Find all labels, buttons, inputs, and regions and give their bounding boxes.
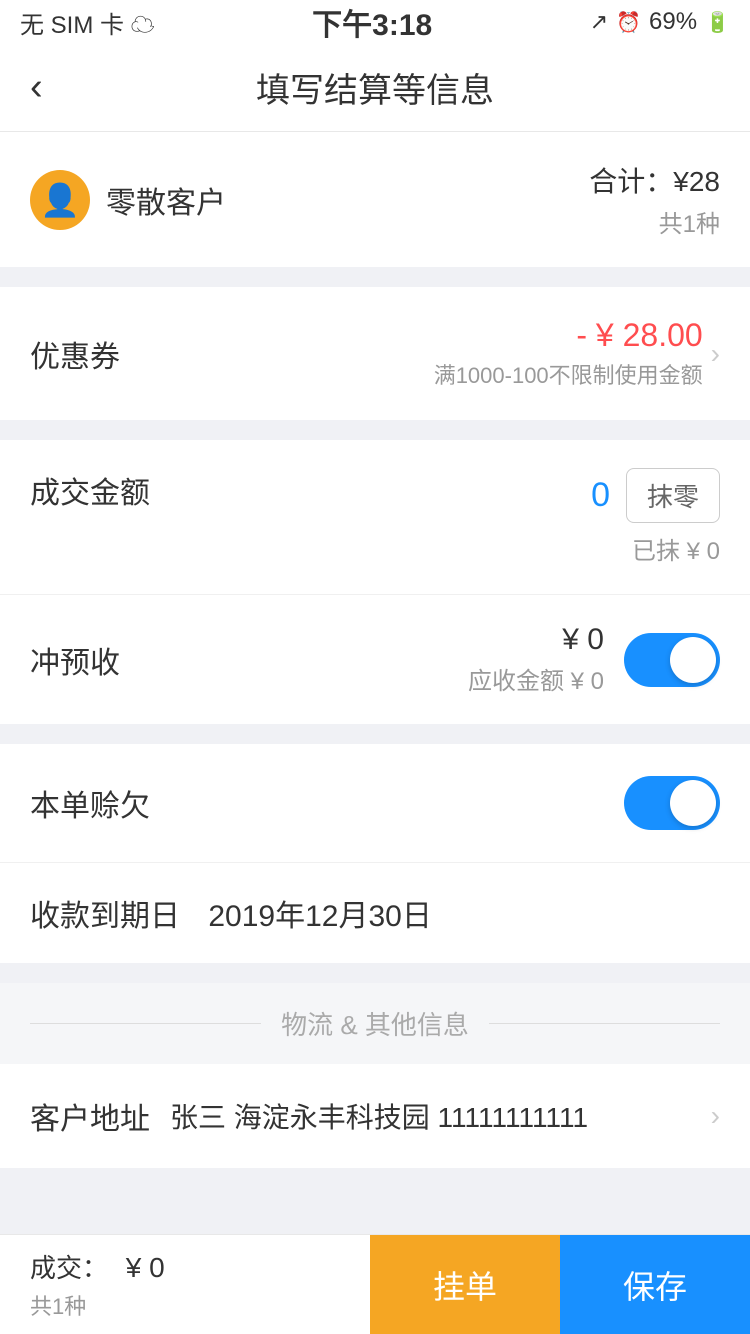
footer-deal-amount: ¥ 0 [126,1252,165,1283]
debt-label: 本单赊欠 [30,781,150,825]
save-button[interactable]: 保存 [560,1235,750,1334]
logistics-line-right [489,1023,720,1024]
footer-deal-row: 成交： ¥ 0 [30,1248,340,1285]
transaction-section: 成交金额 0 抹零 已抹 ¥ 0 冲预收 ¥ 0 应收金额 ¥ 0 [0,440,750,724]
coupon-section[interactable]: 优惠券 - ¥ 28.00 满1000-100不限制使用金额 › [0,287,750,420]
prepay-main-amount: ¥ 0 [468,623,604,657]
debt-toggle[interactable] [624,776,720,830]
battery-icon: 🔋 [705,10,730,35]
no-sim-label: 无 SIM 卡 ☁ [20,5,155,40]
status-time: 下午3:18 [312,0,432,44]
customer-section: 👤 零散客户 合计：¥28 共1种 [0,132,750,267]
footer-info: 成交： ¥ 0 共1种 [0,1235,370,1334]
address-label: 客户地址 [30,1094,150,1138]
amount-label: 成交金额 [30,468,150,512]
prepay-row: 冲预收 ¥ 0 应收金额 ¥ 0 [0,595,750,724]
coupon-amount: - ¥ 28.00 [434,317,703,354]
alarm-icon: ⏰ [616,10,641,35]
amount-row: 成交金额 0 抹零 已抹 ¥ 0 [0,440,750,595]
footer: 成交： ¥ 0 共1种 挂单 保存 [0,1234,750,1334]
amount-value[interactable]: 0 [570,476,610,515]
address-value: 张三 海淀永丰科技园 11111111111 [170,1096,701,1136]
back-button[interactable]: ‹ [30,66,43,109]
avatar-icon: 👤 [40,181,80,219]
battery-label: 69% [649,8,697,36]
prepay-sub-amount: 应收金额 ¥ 0 [468,661,604,696]
coupon-row[interactable]: 优惠券 - ¥ 28.00 满1000-100不限制使用金额 › [0,287,750,420]
avatar: 👤 [30,170,90,230]
page-title: 填写结算等信息 [256,63,494,112]
location-icon: ↗ [590,9,608,35]
logistics-line-left [30,1023,261,1024]
footer-deal-label: 成交： [30,1253,108,1283]
status-bar: 无 SIM 卡 ☁ 下午3:18 ↗ ⏰ 69% 🔋 [0,0,750,44]
customer-right: 合计：¥28 共1种 [589,160,720,239]
amount-input-wrap: 0 抹零 [570,468,720,523]
prepay-right: ¥ 0 应收金额 ¥ 0 [468,623,720,696]
debt-row: 本单赊欠 [0,744,750,862]
logistics-header: 物流 & 其他信息 [0,983,750,1064]
coupon-detail: - ¥ 28.00 满1000-100不限制使用金额 [434,317,703,390]
address-section[interactable]: 客户地址 张三 海淀永丰科技园 11111111111 › [0,1064,750,1168]
logistics-label: 物流 & 其他信息 [281,1005,469,1042]
prepay-toggle[interactable] [624,633,720,687]
debt-section: 本单赊欠 收款到期日 2019年12月30日 [0,744,750,963]
due-date-row: 收款到期日 2019年12月30日 [0,862,750,963]
customer-count: 共1种 [589,204,720,239]
coupon-label: 优惠券 [30,332,120,376]
prepay-amounts: ¥ 0 应收金额 ¥ 0 [468,623,604,696]
logistics-header-section: 物流 & 其他信息 [0,983,750,1064]
hang-order-button[interactable]: 挂单 [370,1235,560,1334]
customer-total: 合计：¥28 [589,160,720,200]
hang-order-label: 挂单 [433,1262,497,1308]
status-right: ↗ ⏰ 69% 🔋 [590,8,730,36]
address-chevron-icon: › [711,1100,720,1132]
coupon-right: - ¥ 28.00 满1000-100不限制使用金额 › [434,317,720,390]
save-label: 保存 [623,1262,687,1308]
due-date-label: 收款到期日 [30,900,180,933]
coupon-desc: 满1000-100不限制使用金额 [434,358,703,390]
round-zero-button[interactable]: 抹零 [626,468,720,523]
footer-count: 共1种 [30,1289,340,1321]
chevron-right-icon: › [711,338,720,370]
debt-toggle-knob [670,780,716,826]
already-zero-label: 已抹 ¥ 0 [632,531,720,566]
nav-bar: ‹ 填写结算等信息 [0,44,750,132]
due-date-value: 2019年12月30日 [208,900,431,933]
amount-right: 0 抹零 已抹 ¥ 0 [570,468,720,566]
prepay-label: 冲预收 [30,638,120,682]
customer-left: 👤 零散客户 [30,170,226,230]
address-row[interactable]: 客户地址 张三 海淀永丰科技园 11111111111 › [0,1064,750,1168]
customer-name: 零散客户 [106,178,226,222]
toggle-knob [670,637,716,683]
status-left: 无 SIM 卡 ☁ [20,5,155,40]
